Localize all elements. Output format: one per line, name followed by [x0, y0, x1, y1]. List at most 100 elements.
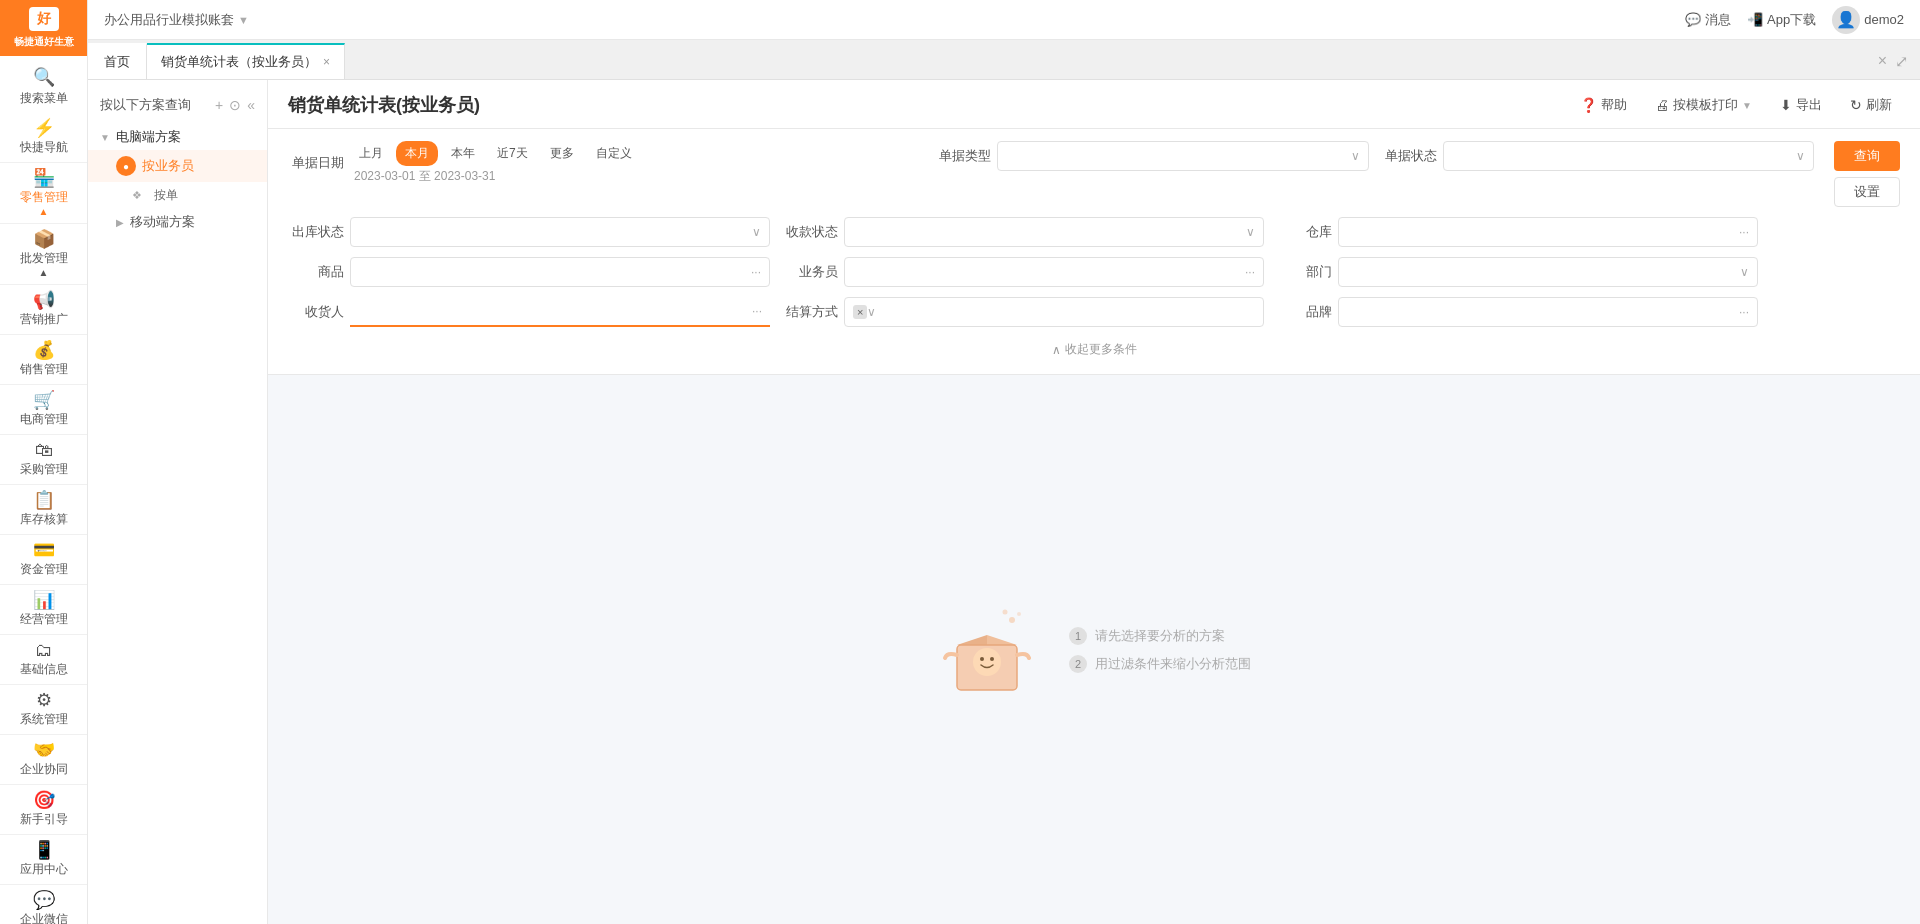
message-button[interactable]: 💬 消息 — [1685, 11, 1731, 29]
date-more-btn[interactable]: 更多 — [541, 141, 583, 166]
query-button[interactable]: 查询 — [1834, 141, 1900, 171]
plan-circle-icon: ● — [116, 156, 136, 176]
avatar-image: 👤 — [1836, 10, 1856, 29]
brand-more-icon: ··· — [1739, 305, 1749, 319]
enterprise-icon: 🤝 — [33, 741, 55, 759]
help-button[interactable]: ❓ 帮助 — [1572, 92, 1635, 118]
export-label: 导出 — [1796, 96, 1822, 114]
page-title: 销货单统计表(按业务员) — [288, 93, 480, 117]
sidebar-search[interactable]: 🔍 搜索菜单 — [0, 56, 87, 113]
window-close-icon[interactable]: × — [1878, 52, 1887, 70]
tab-active[interactable]: 销货单统计表（按业务员） × — [147, 43, 345, 79]
breadcrumb-text: 办公用品行业模拟账套 — [104, 11, 234, 29]
filter-area: 单据日期 上月 本月 本年 近7天 更多 自定义 2023-03-01 至 20… — [268, 129, 1920, 375]
brand-label: 品牌 — [1276, 303, 1332, 321]
sidebar-item-wholesale-label: 批发管理 — [20, 250, 68, 267]
sidebar-item-system[interactable]: ⚙ 系统管理 — [0, 685, 87, 735]
mobile-plan-group[interactable]: ▶ 移动端方案 — [88, 209, 267, 235]
sidebar-item-finance[interactable]: 💳 资金管理 — [0, 535, 87, 585]
filter-salesperson: 业务员 ··· — [782, 257, 1264, 287]
sidebar-item-wholesale[interactable]: 📦 批发管理 ▲ — [0, 224, 87, 285]
sidebar-item-retail-label: 零售管理 — [20, 189, 68, 206]
date-cur-month-btn[interactable]: 本月 — [396, 141, 438, 166]
breadcrumb-dropdown[interactable]: 办公用品行业模拟账套 ▼ — [104, 11, 249, 29]
sidebar-item-quicknav[interactable]: ⚡ 快捷导航 — [0, 113, 87, 163]
sidebar-item-wechat[interactable]: 💬 企业微信 — [0, 885, 87, 924]
goods-more-icon: ··· — [751, 265, 761, 279]
settle-tag: × — [853, 305, 867, 319]
tab-home-label: 首页 — [104, 53, 130, 71]
dept-arrow-icon: ∨ — [1740, 265, 1749, 279]
settle-arrow-icon: ∨ — [867, 305, 876, 319]
brand-control[interactable]: ··· — [1338, 297, 1758, 327]
dept-control[interactable]: ∨ — [1338, 257, 1758, 287]
maximize-icon[interactable]: ⤢ — [1895, 52, 1908, 71]
collapse-label: 收起更多条件 — [1065, 341, 1137, 358]
app-download-button[interactable]: 📲 App下载 — [1747, 11, 1816, 29]
sidebar-item-finance-label: 资金管理 — [20, 561, 68, 578]
date-prev-month-btn[interactable]: 上月 — [350, 141, 392, 166]
dept-label: 部门 — [1276, 263, 1332, 281]
top-header: 办公用品行业模拟账套 ▼ 💬 消息 📲 App下载 👤 demo2 — [88, 0, 1920, 40]
edit-plan-icon[interactable]: ⊙ — [229, 97, 241, 113]
export-button[interactable]: ⬇ 导出 — [1772, 92, 1830, 118]
svg-point-2 — [973, 648, 1001, 676]
goods-control[interactable]: ··· — [350, 257, 770, 287]
sidebar-item-newbie[interactable]: 🎯 新手引导 — [0, 785, 87, 835]
filter-recv-status: 收款状态 ∨ — [782, 217, 1264, 247]
user-profile-button[interactable]: 👤 demo2 — [1832, 6, 1904, 34]
consignee-control[interactable]: ··· — [350, 297, 770, 327]
warehouse-control[interactable]: ··· — [1338, 217, 1758, 247]
sidebar-item-ecommerce[interactable]: 🛒 电商管理 — [0, 385, 87, 435]
sidebar-item-apps[interactable]: 📱 应用中心 — [0, 835, 87, 885]
doc-status-control[interactable]: ∨ — [1443, 141, 1814, 171]
add-plan-icon[interactable]: + — [215, 97, 223, 113]
doc-type-control[interactable]: ∨ — [997, 141, 1368, 171]
sidebar-item-retail[interactable]: 🏪 零售管理 ▲ — [0, 163, 87, 224]
plan-item-salesperson[interactable]: ● 按业务员 — [88, 150, 267, 182]
filter-date-group: 单据日期 上月 本月 本年 近7天 更多 自定义 2023-03-01 至 20… — [288, 141, 923, 185]
sidebar-search-label: 搜索菜单 — [20, 90, 68, 107]
mobile-group-arrow-icon: ▶ — [116, 217, 124, 228]
collapse-button[interactable]: ∧ 收起更多条件 — [288, 335, 1900, 362]
tab-bar: 首页 销货单统计表（按业务员） × × ⤢ — [88, 40, 1920, 80]
print-dropdown-icon[interactable]: ▼ — [1742, 100, 1752, 111]
empty-state: 1 请先选择要分析的方案 2 用过滤条件来缩小分析范围 — [268, 375, 1920, 924]
right-panel: 销货单统计表(按业务员) ❓ 帮助 🖨 按模板打印 ▼ ⬇ 导出 — [268, 80, 1920, 924]
refresh-button[interactable]: ↻ 刷新 — [1842, 92, 1900, 118]
apps-icon: 📱 — [33, 841, 55, 859]
sidebar-item-system-label: 系统管理 — [20, 711, 68, 728]
filter-doc-status: 单据状态 ∨ — [1381, 141, 1814, 171]
tab-home[interactable]: 首页 — [88, 43, 147, 79]
out-status-control[interactable]: ∨ — [350, 217, 770, 247]
empty-step-2: 2 用过滤条件来缩小分析范围 — [1069, 655, 1251, 673]
pc-plan-group[interactable]: ▼ 电脑端方案 — [88, 124, 267, 150]
sidebar-item-enterprise[interactable]: 🤝 企业协同 — [0, 735, 87, 785]
export-icon: ⬇ — [1780, 97, 1792, 113]
sidebar-item-sales[interactable]: 💰 销售管理 — [0, 335, 87, 385]
sidebar-item-marketing-label: 营销推广 — [20, 311, 68, 328]
salesperson-control[interactable]: ··· — [844, 257, 1264, 287]
settings-button[interactable]: 设置 — [1834, 177, 1900, 207]
recv-status-control[interactable]: ∨ — [844, 217, 1264, 247]
app-download-label: App下载 — [1767, 11, 1816, 29]
date-7days-btn[interactable]: 近7天 — [488, 141, 537, 166]
settle-control[interactable]: × ∨ — [844, 297, 1264, 327]
settle-tag-close-icon[interactable]: × — [857, 306, 863, 318]
tab-active-label: 销货单统计表（按业务员） — [161, 53, 317, 71]
print-button[interactable]: 🖨 按模板打印 ▼ — [1647, 92, 1760, 118]
doc-type-label: 单据类型 — [935, 147, 991, 165]
sidebar-item-operations[interactable]: 📊 经营管理 — [0, 585, 87, 635]
filter-out-status: 出库状态 ∨ — [288, 217, 770, 247]
collapse-panel-icon[interactable]: « — [247, 97, 255, 113]
sidebar-item-basic[interactable]: 🗂 基础信息 — [0, 635, 87, 685]
plan-sub-item-order[interactable]: ❖ 按单 — [88, 182, 267, 209]
operations-icon: 📊 — [33, 591, 55, 609]
tab-close-icon[interactable]: × — [323, 56, 330, 68]
sidebar-item-marketing[interactable]: 📢 营销推广 — [0, 285, 87, 335]
sidebar-item-inventory[interactable]: 📋 库存核算 — [0, 485, 87, 535]
sidebar-item-purchase[interactable]: 🛍 采购管理 — [0, 435, 87, 485]
date-custom-btn[interactable]: 自定义 — [587, 141, 641, 166]
inventory-icon: 📋 — [33, 491, 55, 509]
date-cur-year-btn[interactable]: 本年 — [442, 141, 484, 166]
